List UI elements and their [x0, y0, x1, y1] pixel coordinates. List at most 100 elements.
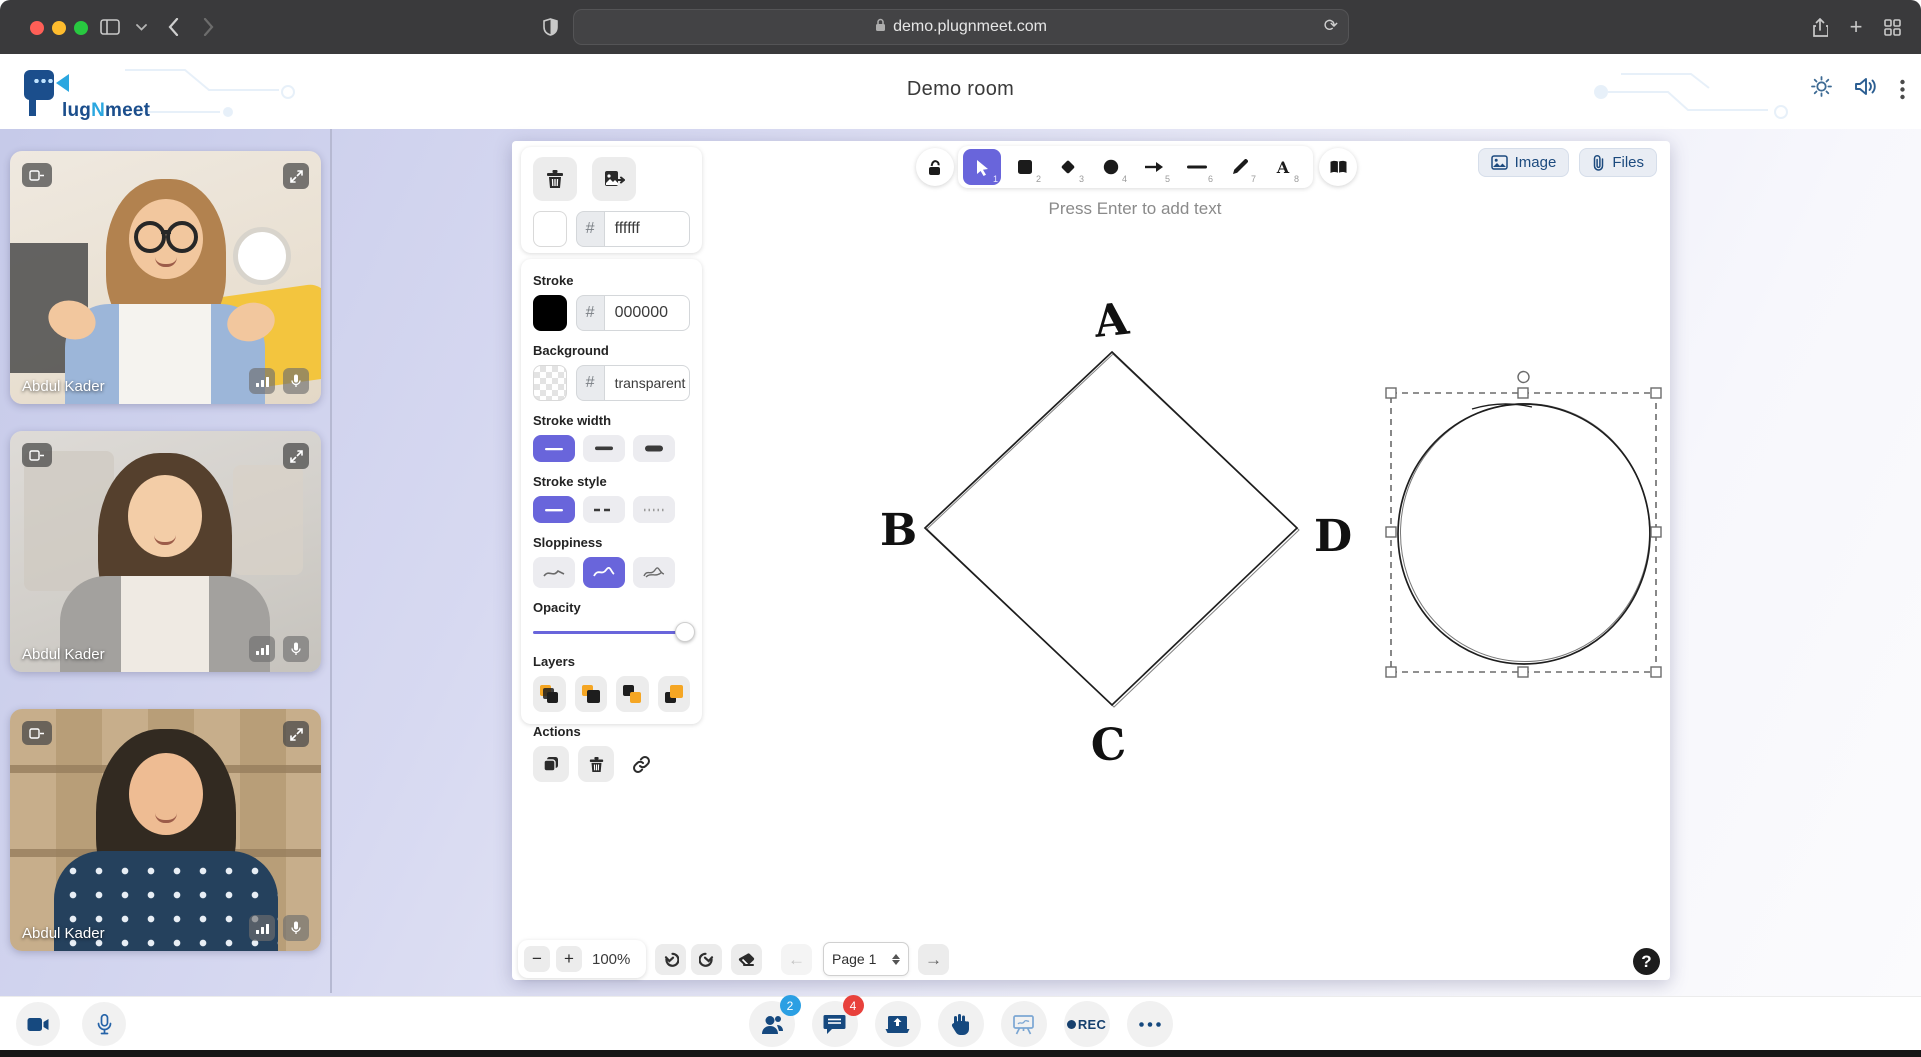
app-window: demo.plugnmeet.com ⟳ + lugNmeet Demo roo…	[0, 0, 1921, 1057]
lock-tool-button[interactable]	[916, 148, 954, 186]
tool-line[interactable]: 6	[1178, 149, 1216, 185]
chevron-down-icon[interactable]	[128, 14, 154, 40]
whiteboard-button[interactable]	[1000, 1001, 1047, 1047]
ellipse-shape[interactable]	[1396, 399, 1654, 666]
hash-prefix: #	[575, 295, 604, 331]
stroke-width-extrabold-button[interactable]	[633, 435, 675, 462]
panel-divider[interactable]	[330, 129, 332, 993]
picture-in-picture-icon[interactable]	[22, 443, 52, 467]
canvas-color-swatch[interactable]	[533, 211, 567, 247]
participant-tile: Abdul Kader	[10, 431, 321, 672]
tool-draw[interactable]: 7	[1221, 149, 1259, 185]
help-button[interactable]: ?	[1633, 948, 1660, 975]
raise-hand-button[interactable]	[937, 1001, 984, 1047]
files-button[interactable]: Files	[1579, 148, 1657, 177]
paperclip-icon	[1594, 154, 1604, 171]
new-tab-icon[interactable]: +	[1843, 14, 1869, 40]
room-title: Demo room	[906, 78, 1015, 100]
actions-label: Actions	[533, 724, 581, 739]
svg-text:A: A	[1091, 294, 1132, 348]
record-button[interactable]: REC	[1063, 1001, 1110, 1047]
next-page-button[interactable]: →	[918, 944, 949, 975]
bring-to-front-button[interactable]	[657, 676, 690, 712]
reload-icon[interactable]: ⟳	[1324, 16, 1338, 36]
sloppiness-architect-button[interactable]	[533, 557, 575, 588]
image-upload-button[interactable]: Image	[1477, 148, 1570, 177]
screen-share-button[interactable]	[874, 1001, 921, 1047]
stroke-color-input[interactable]: 000000	[603, 295, 690, 331]
opacity-slider[interactable]	[533, 622, 695, 642]
tool-arrow[interactable]: 5	[1135, 149, 1173, 185]
whiteboard[interactable]: A B C D # ffffff Stroke # 000000 Backgro…	[512, 141, 1670, 980]
share-icon[interactable]	[1807, 14, 1833, 40]
participants-count-badge: 2	[779, 995, 801, 1016]
stroke-style-solid-button[interactable]	[533, 496, 575, 523]
tool-text[interactable]: A 8	[1264, 149, 1302, 185]
sloppiness-label: Sloppiness	[533, 535, 603, 550]
export-image-button[interactable]	[592, 157, 636, 201]
diamond-shape[interactable]	[923, 350, 1300, 708]
link-button[interactable]	[623, 746, 659, 782]
send-backward-button[interactable]	[574, 676, 607, 712]
close-window-button[interactable]	[30, 21, 44, 35]
fullscreen-expand-icon[interactable]	[283, 163, 309, 189]
picture-in-picture-icon[interactable]	[22, 163, 52, 187]
participant-mic-icon	[283, 368, 309, 394]
zoom-level[interactable]: 100%	[592, 951, 630, 968]
chat-button[interactable]: 4	[811, 995, 864, 1047]
sloppiness-artist-button[interactable]	[583, 557, 625, 588]
app-header: lugNmeet Demo room	[0, 54, 1921, 129]
participant-tile: Abdul Kader	[10, 151, 321, 404]
participants-button[interactable]: 2	[748, 995, 801, 1047]
minimize-window-button[interactable]	[52, 21, 66, 35]
opacity-slider-knob[interactable]	[675, 622, 695, 642]
duplicate-button[interactable]	[533, 746, 569, 782]
stroke-style-dashed-button[interactable]	[583, 496, 625, 523]
participant-name: Abdul Kader	[22, 378, 105, 395]
sidebar-toggle-icon[interactable]	[97, 14, 123, 40]
selection-box[interactable]	[1385, 370, 1662, 678]
zoom-window-button[interactable]	[74, 21, 88, 35]
zoom-out-button[interactable]: −	[524, 946, 550, 972]
whiteboard-icon	[1013, 1014, 1034, 1034]
back-icon[interactable]	[160, 14, 186, 40]
redo-button[interactable]	[691, 944, 722, 975]
tool-rectangle[interactable]: 2	[1006, 149, 1044, 185]
fullscreen-expand-icon[interactable]	[283, 721, 309, 747]
drawing-toolbar: 1 2 3 4 5 6 7 A 8	[958, 146, 1313, 188]
kebab-menu-icon[interactable]	[1900, 79, 1905, 100]
eraser-button[interactable]	[731, 944, 762, 975]
sloppiness-cartoonist-button[interactable]	[633, 557, 675, 588]
page-select[interactable]: Page 1	[823, 942, 909, 976]
zoom-in-button[interactable]: +	[556, 946, 582, 972]
stroke-width-bold-button[interactable]	[583, 435, 625, 462]
background-color-swatch[interactable]	[533, 365, 567, 401]
canvas-actions-card: # ffffff	[521, 147, 702, 253]
library-button[interactable]	[1319, 148, 1357, 186]
shield-icon[interactable]	[537, 14, 563, 40]
canvas-color-input[interactable]: ffffff	[603, 211, 690, 247]
send-to-back-button[interactable]	[533, 676, 566, 712]
fullscreen-expand-icon[interactable]	[283, 443, 309, 469]
tool-selection[interactable]: 1	[963, 149, 1001, 185]
control-footer: 2 4 REC	[0, 995, 1921, 1050]
more-options-button[interactable]	[1126, 1001, 1173, 1047]
delete-button[interactable]	[578, 746, 614, 782]
stroke-width-thin-button[interactable]	[533, 435, 575, 462]
speaker-icon[interactable]	[1854, 76, 1878, 102]
bring-forward-button[interactable]	[616, 676, 649, 712]
theme-brightness-icon[interactable]	[1811, 76, 1832, 102]
tab-overview-icon[interactable]	[1879, 14, 1905, 40]
clear-canvas-button[interactable]	[533, 157, 577, 201]
picture-in-picture-icon[interactable]	[22, 721, 52, 745]
address-bar[interactable]: demo.plugnmeet.com ⟳	[573, 9, 1349, 45]
tool-ellipse[interactable]: 4	[1092, 149, 1130, 185]
connection-signal-icon	[249, 368, 275, 394]
undo-button[interactable]	[655, 944, 686, 975]
stroke-style-dotted-button[interactable]	[633, 496, 675, 523]
stroke-color-swatch[interactable]	[533, 295, 567, 331]
tool-diamond[interactable]: 3	[1049, 149, 1087, 185]
background-color-input[interactable]: transparent	[603, 365, 690, 401]
participant-mic-icon	[283, 636, 309, 662]
layers-label: Layers	[533, 654, 575, 669]
